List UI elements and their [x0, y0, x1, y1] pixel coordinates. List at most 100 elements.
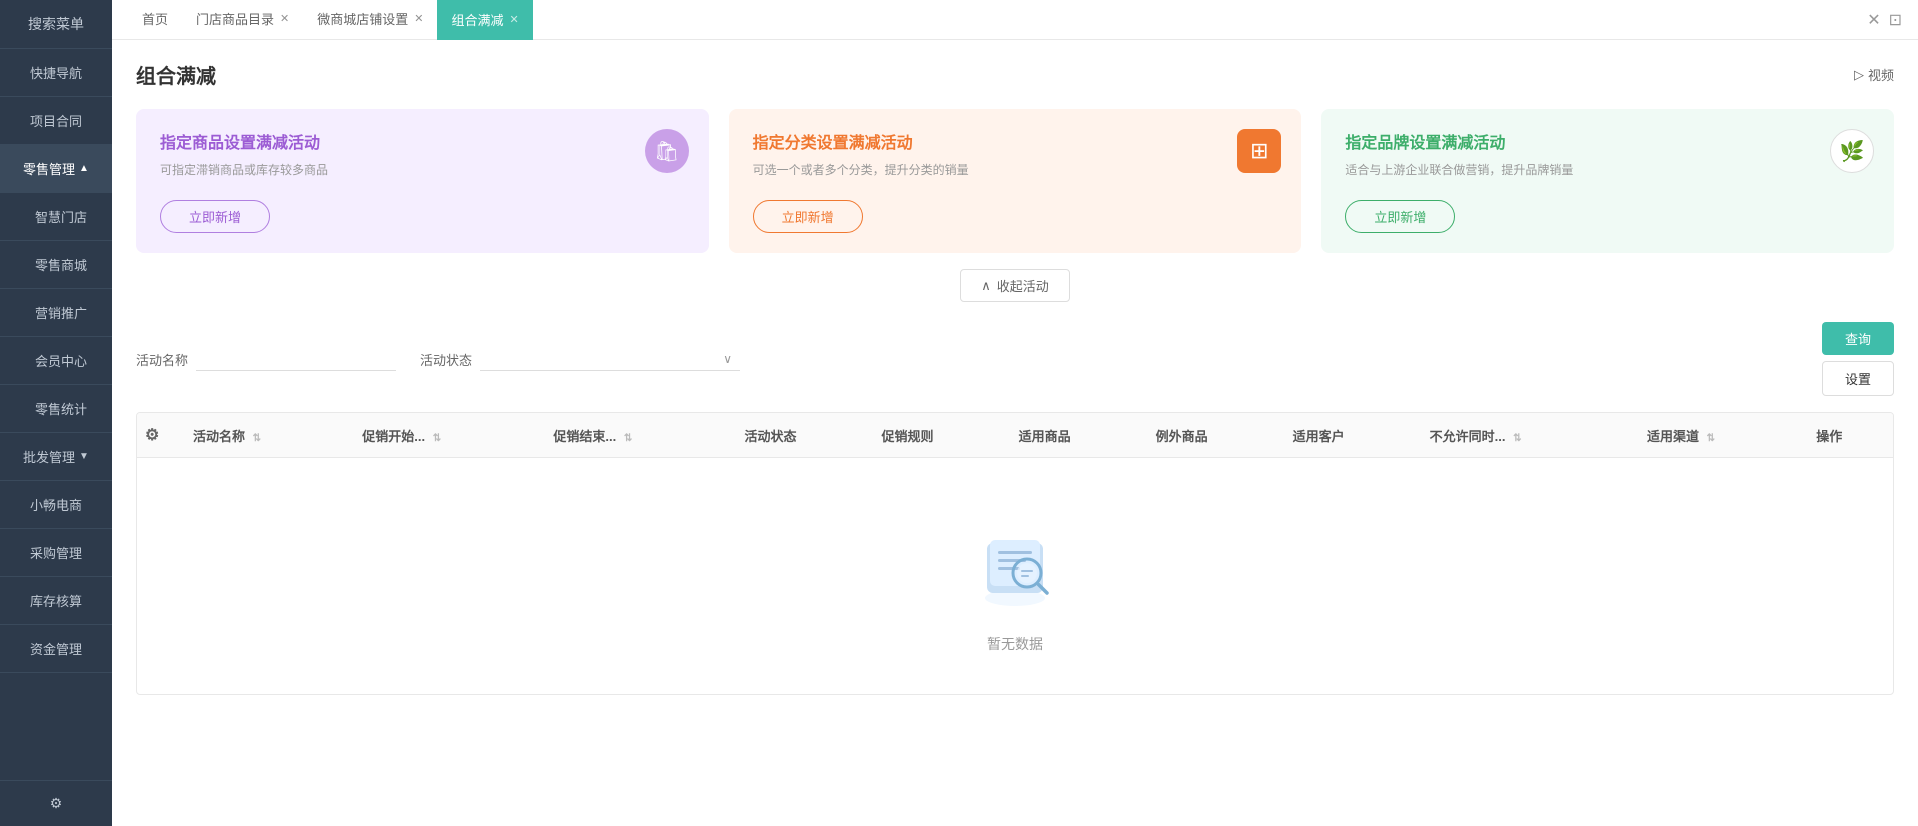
th-no-concurrent-label: 不允许同时... [1430, 429, 1506, 444]
sidebar-item-label: 会员中心 [35, 351, 87, 370]
activity-name-input[interactable] [196, 347, 396, 371]
sidebar-item-member-center[interactable]: 会员中心 [0, 337, 112, 385]
sidebar-item-label: 资金管理 [30, 639, 82, 658]
tab-store-catalog[interactable]: 门店商品目录 ✕ [182, 0, 303, 40]
chevron-up-icon: ▲ [79, 163, 89, 174]
tab-micro-store-settings[interactable]: 微商城店铺设置 ✕ [303, 0, 437, 40]
th-no-concurrent: 不允许同时... ⇅ [1422, 413, 1639, 458]
category-card-desc: 可选一个或者多个分类，提升分类的销量 [753, 161, 1278, 180]
main-area: 首页 门店商品目录 ✕ 微商城店铺设置 ✕ 组合满减 ✕ ✕ ⊡ 组合满减 ▷ … [112, 0, 1918, 826]
sidebar-search[interactable]: 搜索菜单 [0, 0, 112, 49]
sidebar-item-label: 批发管理 [23, 447, 75, 466]
sort-icon-no-concurrent[interactable]: ⇅ [1513, 433, 1521, 444]
th-promo-end: 促销结束... ⇅ [545, 413, 736, 458]
sidebar: 搜索菜单 快捷导航 项目合同 零售管理 ▲ 智慧门店 零售商城 营销推广 会员中… [0, 0, 112, 826]
collapse-btn-label: 收起活动 [997, 276, 1049, 295]
page-title: 组合满减 [136, 60, 216, 89]
close-tab-micro-store[interactable]: ✕ [414, 12, 423, 25]
tab-combo-discount[interactable]: 组合满减 ✕ [437, 0, 532, 40]
th-promo-rule-label: 促销规则 [882, 429, 934, 444]
brand-card-title: 指定品牌设置满减活动 [1345, 129, 1870, 153]
collapse-bar: ∧ 收起活动 [136, 269, 1894, 302]
th-activity-name-label: 活动名称 [193, 429, 245, 444]
sort-icon-promo-end[interactable]: ⇅ [624, 433, 632, 444]
window-controls: ✕ ⊡ [1867, 10, 1902, 30]
tab-combo-discount-label: 组合满减 [451, 10, 503, 29]
sidebar-item-label: 采购管理 [30, 543, 82, 562]
th-applicable-customer: 适用客户 [1285, 413, 1422, 458]
activity-status-select[interactable] [480, 347, 723, 370]
sidebar-item-label: 项目合同 [30, 111, 82, 130]
th-applicable-channel: 适用渠道 ⇅ [1639, 413, 1808, 458]
sidebar-item-marketing[interactable]: 营销推广 [0, 289, 112, 337]
th-exception-goods: 例外商品 [1148, 413, 1285, 458]
sidebar-item-label: 零售管理 [23, 159, 75, 178]
filter-activity-name: 活动名称 [136, 347, 396, 371]
sort-icon-applicable-channel[interactable]: ⇅ [1707, 433, 1715, 444]
brand-activity-card: 🌿 指定品牌设置满减活动 适合与上游企业联合做营销，提升品牌销量 立即新增 [1321, 109, 1894, 253]
query-button[interactable]: 查询 [1822, 322, 1894, 355]
product-card-title: 指定商品设置满减活动 [160, 129, 685, 153]
sidebar-item-fund-mgmt[interactable]: 资金管理 [0, 625, 112, 673]
table-gear-icon[interactable]: ⚙ [145, 427, 159, 444]
sidebar-item-retail-mgmt[interactable]: 零售管理 ▲ [0, 145, 112, 193]
close-window-icon[interactable]: ✕ [1867, 10, 1880, 30]
maximize-window-icon[interactable]: ⊡ [1889, 10, 1902, 30]
sort-icon-promo-start[interactable]: ⇅ [433, 433, 441, 444]
product-card-desc: 可指定滞销商品或库存较多商品 [160, 161, 685, 180]
filter-buttons: 查询 设置 [1822, 322, 1894, 396]
table-header-row: ⚙ 活动名称 ⇅ 促销开始... ⇅ 促销结束... ⇅ [137, 413, 1893, 458]
table-body: 暂无数据 [137, 458, 1893, 695]
sidebar-settings[interactable]: ⚙ [0, 780, 112, 826]
activity-status-select-wrap: ∨ [480, 347, 740, 371]
th-promo-end-label: 促销结束... [553, 429, 616, 444]
activity-name-label: 活动名称 [136, 350, 188, 369]
empty-text: 暂无数据 [137, 634, 1893, 654]
sidebar-item-wholesale-mgmt[interactable]: 批发管理 ▼ [0, 433, 112, 481]
category-activity-card: ⊞ 指定分类设置满减活动 可选一个或者多个分类，提升分类的销量 立即新增 [729, 109, 1302, 253]
filter-activity-status: 活动状态 ∨ [420, 347, 740, 371]
th-applicable-customer-label: 适用客户 [1293, 429, 1345, 444]
category-card-add-btn[interactable]: 立即新增 [753, 200, 863, 233]
sidebar-item-xiaoyang-ecom[interactable]: 小畅电商 [0, 481, 112, 529]
collapse-activity-btn[interactable]: ∧ 收起活动 [960, 269, 1070, 302]
tab-home-label: 首页 [142, 9, 168, 28]
close-tab-combo-discount[interactable]: ✕ [510, 13, 519, 26]
th-status: 活动状态 [737, 413, 874, 458]
th-promo-start-label: 促销开始... [362, 429, 425, 444]
sort-icon-name[interactable]: ⇅ [253, 433, 261, 444]
sidebar-item-retail-mall[interactable]: 零售商城 [0, 241, 112, 289]
chevron-up-icon: ∧ [981, 278, 991, 294]
th-applicable-goods-label: 适用商品 [1019, 429, 1071, 444]
tab-home[interactable]: 首页 [128, 0, 182, 40]
sidebar-item-project-contract[interactable]: 项目合同 [0, 97, 112, 145]
filter-row: 活动名称 活动状态 ∨ 查询 设置 [136, 322, 1894, 396]
activity-table: ⚙ 活动名称 ⇅ 促销开始... ⇅ 促销结束... ⇅ [137, 413, 1893, 694]
tab-store-catalog-label: 门店商品目录 [196, 9, 274, 28]
brand-card-add-btn[interactable]: 立即新增 [1345, 200, 1455, 233]
sidebar-item-label: 小畅电商 [30, 495, 82, 514]
tab-bar: 首页 门店商品目录 ✕ 微商城店铺设置 ✕ 组合满减 ✕ ✕ ⊡ [112, 0, 1918, 40]
th-exception-goods-label: 例外商品 [1156, 429, 1208, 444]
th-applicable-channel-label: 适用渠道 [1647, 429, 1699, 444]
close-tab-store-catalog[interactable]: ✕ [280, 12, 289, 25]
th-promo-rule: 促销规则 [874, 413, 1011, 458]
sidebar-item-purchase-mgmt[interactable]: 采购管理 [0, 529, 112, 577]
th-status-label: 活动状态 [745, 429, 797, 444]
product-card-add-btn[interactable]: 立即新增 [160, 200, 270, 233]
sidebar-item-smart-store[interactable]: 智慧门店 [0, 193, 112, 241]
category-card-title: 指定分类设置满减活动 [753, 129, 1278, 153]
empty-illustration [965, 518, 1065, 618]
sidebar-item-quick-nav[interactable]: 快捷导航 [0, 49, 112, 97]
sidebar-item-label: 智慧门店 [35, 207, 87, 226]
sidebar-item-retail-stats[interactable]: 零售统计 [0, 385, 112, 433]
th-activity-name: 活动名称 ⇅ [185, 413, 354, 458]
settings-button[interactable]: 设置 [1822, 361, 1894, 396]
video-link[interactable]: ▷ 视频 [1854, 65, 1894, 84]
activity-table-wrap: ⚙ 活动名称 ⇅ 促销开始... ⇅ 促销结束... ⇅ [136, 412, 1894, 695]
sidebar-item-inventory-calc[interactable]: 库存核算 [0, 577, 112, 625]
th-applicable-goods: 适用商品 [1011, 413, 1148, 458]
sidebar-item-label: 零售商城 [35, 255, 87, 274]
sidebar-item-label: 零售统计 [35, 399, 87, 418]
sidebar-item-label: 营销推广 [35, 303, 87, 322]
